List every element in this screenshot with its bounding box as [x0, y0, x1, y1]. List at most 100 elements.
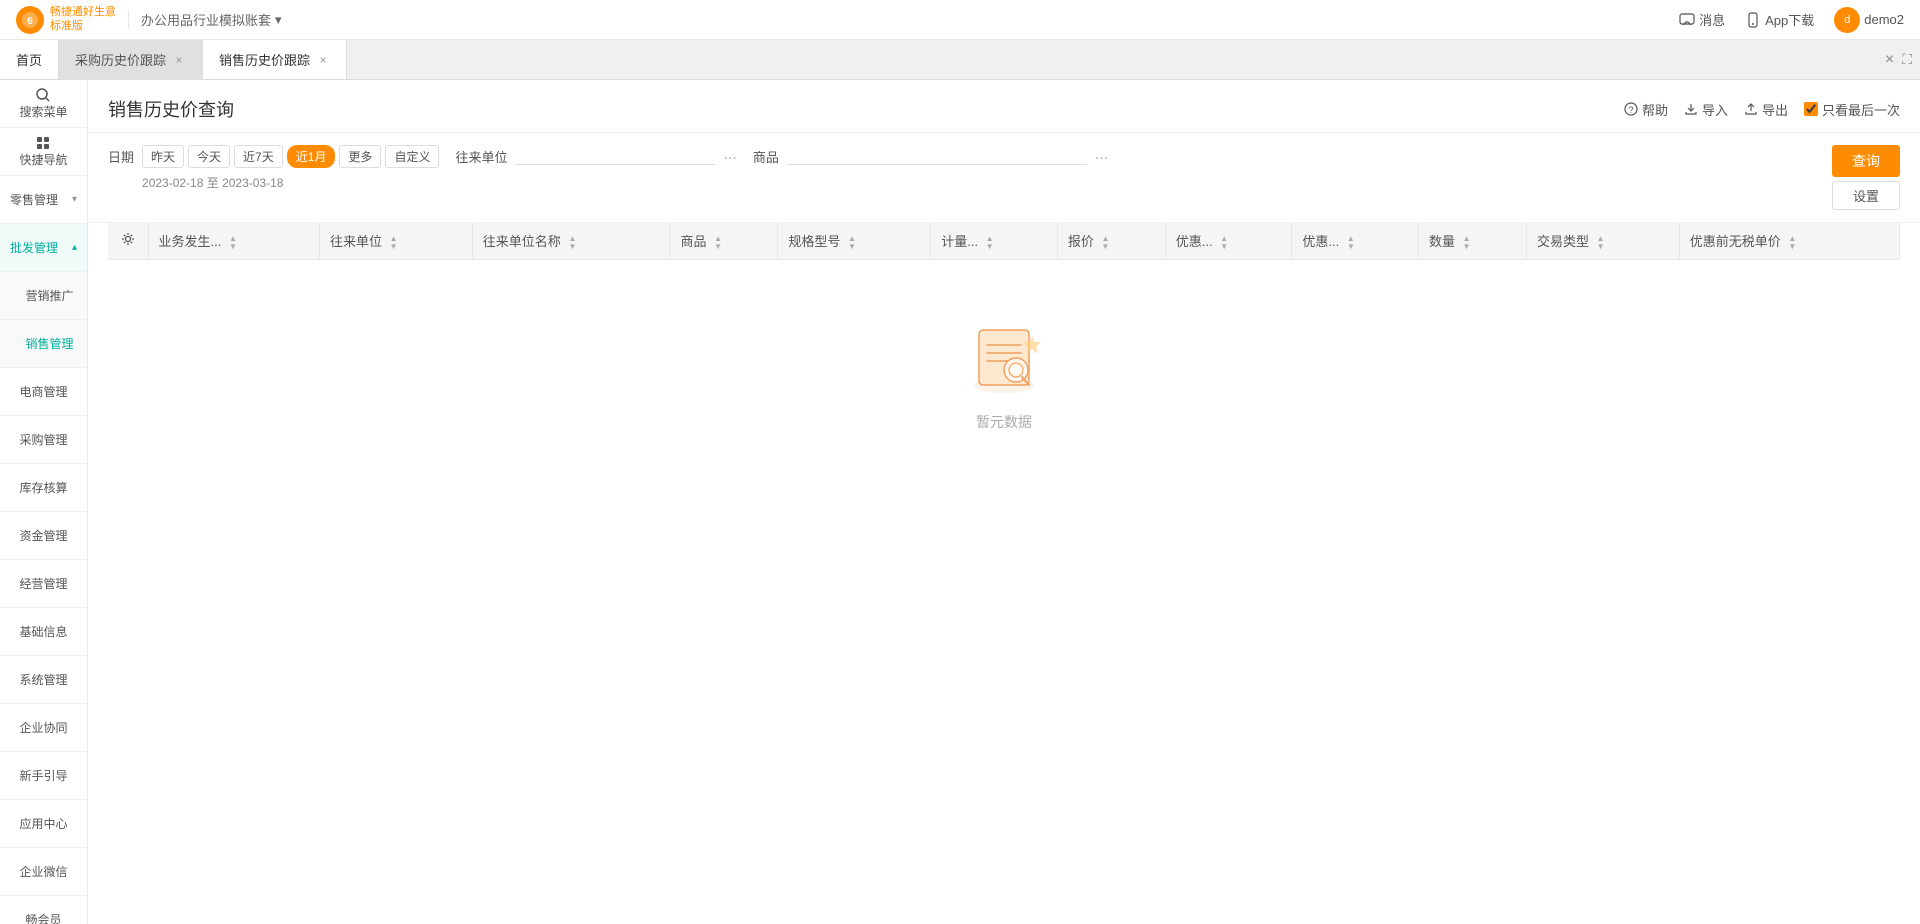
user-menu[interactable]: d demo2	[1834, 7, 1904, 33]
date-btn-yesterday[interactable]: 昨天	[142, 145, 184, 168]
sidebar-item-operations[interactable]: 经营管理	[0, 560, 87, 608]
top-bar-right: 消息 App下载 d demo2	[1679, 7, 1904, 33]
chevron-up-icon: ▴	[72, 242, 77, 253]
app-download-button[interactable]: App下载	[1745, 10, 1814, 29]
sidebar-item-member[interactable]: 畅会员	[0, 896, 87, 924]
sidebar-item-marketing-label: 营销推广	[25, 287, 73, 304]
tab-home[interactable]: 首页	[0, 40, 59, 79]
th-pretax-price[interactable]: 优惠前无税单价 ▲▼	[1679, 223, 1899, 259]
th-partner-name[interactable]: 往来单位名称 ▲▼	[472, 223, 670, 259]
date-btn-last7[interactable]: 近7天	[234, 145, 283, 168]
partner-input[interactable]	[515, 145, 715, 165]
page-title: 销售历史价查询	[108, 96, 234, 122]
th-partner-name-label: 往来单位名称	[483, 234, 561, 249]
th-quote-label: 报价	[1068, 234, 1094, 249]
content-area: 销售历史价查询 ? 帮助 导入 导出 只看最后一次	[88, 80, 1920, 924]
th-discount1[interactable]: 优惠... ▲▼	[1165, 223, 1292, 259]
sidebar-item-purchase-mgmt[interactable]: 采购管理	[0, 416, 87, 464]
sidebar-item-search-label: 搜索菜单	[19, 103, 67, 120]
page-header: 销售历史价查询 ? 帮助 导入 导出 只看最后一次	[88, 80, 1920, 133]
sidebar-item-sales-mgmt-label: 销售管理	[25, 335, 73, 352]
settings-button[interactable]: 设置	[1832, 181, 1900, 210]
table-header-row: 业务发生... ▲▼ 往来单位 ▲▼ 往来单位名称 ▲▼ 商品	[108, 223, 1900, 259]
th-biz-date[interactable]: 业务发生... ▲▼	[148, 223, 319, 259]
product-input[interactable]	[787, 145, 1087, 165]
import-button[interactable]: 导入	[1684, 100, 1728, 119]
chevron-down-icon: ▾	[72, 194, 77, 205]
th-spec-label: 规格型号	[788, 234, 840, 249]
date-btn-custom[interactable]: 自定义	[385, 145, 439, 168]
th-discount2[interactable]: 优惠... ▲▼	[1292, 223, 1419, 259]
partner-picker-icon[interactable]: ...	[723, 146, 736, 164]
quicknav-icon	[35, 135, 51, 151]
sidebar-item-system-label: 系统管理	[19, 671, 67, 688]
svg-text:?: ?	[1628, 105, 1633, 115]
date-filter-group: 日期 昨天 今天 近7天 近1月 更多 自定义 2023-02-18 至 202…	[108, 145, 439, 191]
th-quote[interactable]: 报价 ▲▼	[1057, 223, 1165, 259]
tab-sales-close[interactable]: ×	[316, 53, 330, 67]
tab-home-label: 首页	[16, 50, 42, 69]
sidebar-item-appstore-label: 应用中心	[19, 815, 67, 832]
top-bar: 6 畅捷通好生意 标准版 办公用品行业模拟账套 ▾ 消息 App下载 d dem…	[0, 0, 1920, 40]
search-icon	[35, 87, 51, 103]
workspace-selector[interactable]: 办公用品行业模拟账套 ▾	[128, 10, 282, 29]
tab-sales[interactable]: 销售历史价跟踪 ×	[203, 40, 347, 79]
date-btn-more[interactable]: 更多	[339, 145, 381, 168]
message-icon	[1679, 12, 1695, 28]
sidebar-item-sales-mgmt[interactable]: 销售管理	[0, 320, 87, 368]
sidebar-item-wechat-label: 企业微信	[19, 863, 67, 880]
date-btn-today[interactable]: 今天	[188, 145, 230, 168]
sidebar-item-wholesale-label: 批发管理	[10, 239, 58, 256]
sidebar-item-marketing[interactable]: 营销推广	[0, 272, 87, 320]
sidebar-item-system[interactable]: 系统管理	[0, 656, 87, 704]
th-product[interactable]: 商品 ▲▼	[670, 223, 778, 259]
only-last-checkbox[interactable]	[1804, 102, 1818, 116]
partner-input-group: ...	[515, 145, 736, 165]
sidebar-item-corp[interactable]: 企业协同	[0, 704, 87, 752]
filter-bar: 日期 昨天 今天 近7天 近1月 更多 自定义 2023-02-18 至 202…	[88, 133, 1920, 223]
export-icon	[1744, 102, 1758, 116]
sidebar-item-search[interactable]: 搜索菜单	[0, 80, 87, 128]
th-qty[interactable]: 数量 ▲▼	[1419, 223, 1527, 259]
th-qty-label: 数量	[1429, 234, 1455, 249]
avatar: d	[1834, 7, 1860, 33]
sidebar-item-appstore[interactable]: 应用中心	[0, 800, 87, 848]
only-last-checkbox-group: 只看最后一次	[1804, 100, 1900, 119]
close-all-icon[interactable]: ×	[1885, 51, 1894, 69]
data-table: 业务发生... ▲▼ 往来单位 ▲▼ 往来单位名称 ▲▼ 商品	[108, 223, 1900, 260]
search-button[interactable]: 查询	[1832, 145, 1900, 177]
sidebar-item-ecommerce[interactable]: 电商管理	[0, 368, 87, 416]
tab-purchase[interactable]: 采购历史价跟踪 ×	[59, 40, 203, 79]
sidebar-item-ecommerce-label: 电商管理	[19, 383, 67, 400]
logo-icon: 6	[16, 6, 44, 34]
th-settings[interactable]	[108, 223, 148, 259]
th-unit[interactable]: 计量... ▲▼	[931, 223, 1058, 259]
th-trade-type[interactable]: 交易类型 ▲▼	[1526, 223, 1679, 259]
export-button[interactable]: 导出	[1744, 100, 1788, 119]
date-options: 昨天 今天 近7天 近1月 更多 自定义 2023-02-18 至 2023-0…	[142, 145, 439, 191]
sidebar-item-basic[interactable]: 基础信息	[0, 608, 87, 656]
product-picker-icon[interactable]: ...	[1095, 146, 1108, 164]
tab-sales-label: 销售历史价跟踪	[219, 50, 310, 69]
date-btn-last1month[interactable]: 近1月	[287, 145, 336, 168]
sidebar-item-purchase-mgmt-label: 采购管理	[19, 431, 67, 448]
message-button[interactable]: 消息	[1679, 10, 1725, 29]
th-partner-code[interactable]: 往来单位 ▲▼	[319, 223, 472, 259]
th-product-label: 商品	[680, 234, 706, 249]
sidebar-item-quicknav[interactable]: 快捷导航	[0, 128, 87, 176]
sidebar-item-inventory-label: 库存核算	[19, 479, 67, 496]
help-button[interactable]: ? 帮助	[1624, 100, 1668, 119]
sidebar-item-guide[interactable]: 新手引导	[0, 752, 87, 800]
th-spec[interactable]: 规格型号 ▲▼	[778, 223, 931, 259]
tab-bar-actions: × ⛶	[1877, 40, 1920, 79]
fullscreen-icon[interactable]: ⛶	[1902, 51, 1912, 68]
page-header-actions: ? 帮助 导入 导出 只看最后一次	[1624, 100, 1900, 119]
chevron-down-icon: ▾	[275, 12, 282, 28]
sidebar-item-retail[interactable]: 零售管理 ▾	[0, 176, 87, 224]
sidebar-item-wechat[interactable]: 企业微信	[0, 848, 87, 896]
sidebar-item-finance[interactable]: 资金管理	[0, 512, 87, 560]
tab-purchase-close[interactable]: ×	[172, 53, 186, 67]
tab-bar: 首页 采购历史价跟踪 × 销售历史价跟踪 × × ⛶	[0, 40, 1920, 80]
sidebar-item-inventory[interactable]: 库存核算	[0, 464, 87, 512]
sidebar-item-wholesale[interactable]: 批发管理 ▴	[0, 224, 87, 272]
